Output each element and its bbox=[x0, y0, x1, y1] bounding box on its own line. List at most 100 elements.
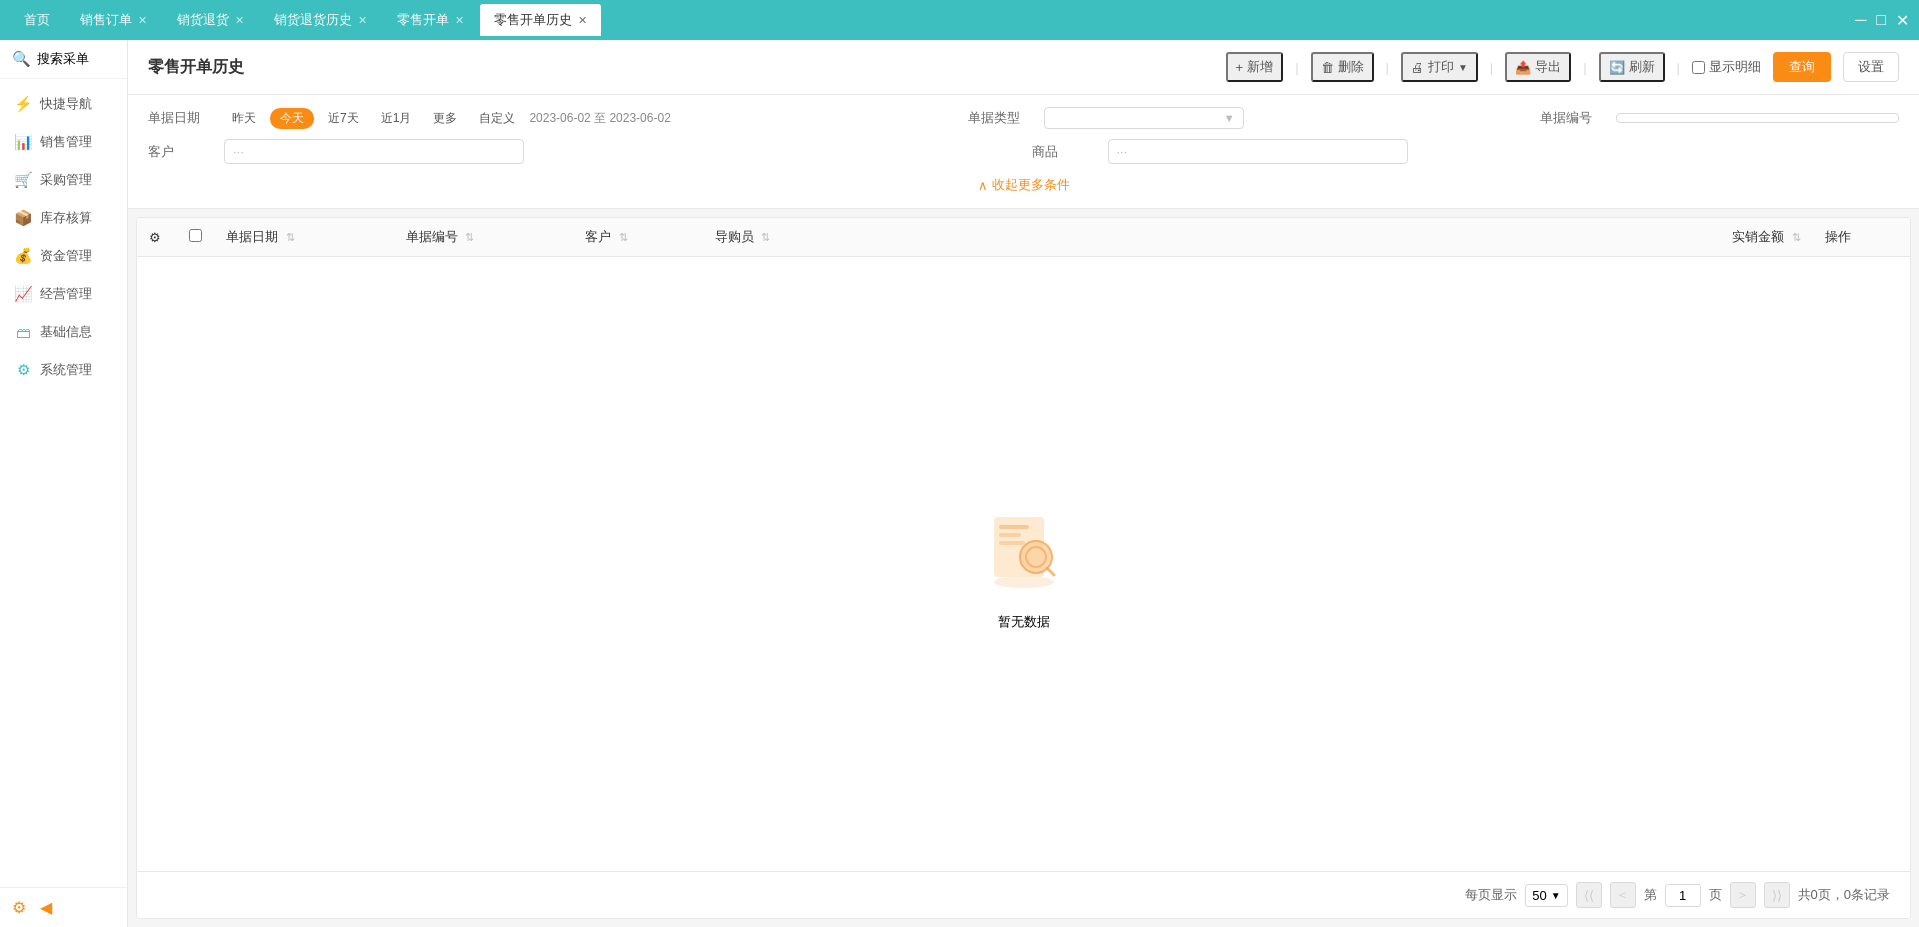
th-no[interactable]: 单据编号 ⇅ bbox=[394, 218, 574, 257]
delete-button[interactable]: 🗑 删除 bbox=[1311, 52, 1374, 82]
basic-info-icon: 🗃 bbox=[14, 324, 32, 341]
doc-no-input[interactable] bbox=[1616, 113, 1899, 123]
sidebar-item-inventory-label: 库存核算 bbox=[40, 209, 92, 227]
product-input[interactable]: ··· bbox=[1108, 139, 1408, 164]
salesperson-sort-icon: ⇅ bbox=[761, 231, 770, 243]
tab-retail-history[interactable]: 零售开单历史 ✕ bbox=[480, 4, 601, 36]
tab-sales-return-close[interactable]: ✕ bbox=[235, 14, 244, 27]
date-btn-1month[interactable]: 近1月 bbox=[373, 108, 420, 129]
sidebar-item-purchase-mgmt-label: 采购管理 bbox=[40, 171, 92, 189]
page-size-label: 每页显示 bbox=[1465, 886, 1517, 904]
query-button[interactable]: 查询 bbox=[1773, 52, 1831, 82]
sidebar-item-finance[interactable]: 💰 资金管理 bbox=[0, 237, 127, 275]
date-filter: 昨天 今天 近7天 近1月 更多 自定义 2023-06-02 至 2023-0… bbox=[224, 108, 671, 129]
page-prev-button[interactable]: ＜ bbox=[1610, 882, 1636, 908]
sidebar-item-sales-mgmt-label: 销售管理 bbox=[40, 133, 92, 151]
date-btn-more[interactable]: 更多 bbox=[425, 108, 465, 129]
tab-sales-return-history-label: 销货退货历史 bbox=[274, 11, 352, 29]
date-btn-yesterday[interactable]: 昨天 bbox=[224, 108, 264, 129]
date-range: 2023-06-02 至 2023-06-02 bbox=[529, 110, 670, 127]
operations-icon: 📈 bbox=[14, 285, 32, 303]
tab-sales-order[interactable]: 销售订单 ✕ bbox=[66, 4, 161, 36]
data-table: ⚙ 单据日期 ⇅ 单据编号 ⇅ bbox=[137, 218, 1910, 257]
add-icon: + bbox=[1236, 60, 1244, 75]
sidebar-item-finance-label: 资金管理 bbox=[40, 247, 92, 265]
add-button[interactable]: + 新增 bbox=[1226, 52, 1284, 82]
select-all-checkbox[interactable] bbox=[189, 229, 202, 242]
sidebar-item-quick-nav[interactable]: ⚡ 快捷导航 bbox=[0, 85, 127, 123]
sidebar-item-operations-label: 经营管理 bbox=[40, 285, 92, 303]
sidebar-item-operations[interactable]: 📈 经营管理 bbox=[0, 275, 127, 313]
refresh-button[interactable]: 🔄 刷新 bbox=[1599, 52, 1665, 82]
page-next-button[interactable]: ＞ bbox=[1730, 882, 1756, 908]
sidebar-collapse-icon[interactable]: ◀ bbox=[40, 898, 52, 917]
th-salesperson[interactable]: 导购员 ⇅ bbox=[703, 218, 857, 257]
sidebar-settings-icon[interactable]: ⚙ bbox=[12, 898, 26, 917]
total-info: 共0页，0条记录 bbox=[1798, 886, 1890, 904]
page-input[interactable] bbox=[1665, 884, 1701, 907]
display-detail-checkbox[interactable]: 显示明细 bbox=[1692, 58, 1761, 76]
th-customer[interactable]: 客户 ⇅ bbox=[573, 218, 702, 257]
export-icon: 📤 bbox=[1515, 60, 1531, 75]
page-first-button[interactable]: ⟨⟨ bbox=[1576, 882, 1602, 908]
th-amount[interactable]: 实销金额 ⇅ bbox=[1633, 218, 1813, 257]
separator-2: | bbox=[1386, 60, 1389, 75]
tab-sales-return-history-close[interactable]: ✕ bbox=[358, 14, 367, 27]
product-label: 商品 bbox=[1032, 143, 1092, 161]
customer-input[interactable]: ··· bbox=[224, 139, 524, 164]
sidebar-item-purchase-mgmt[interactable]: 🛒 采购管理 bbox=[0, 161, 127, 199]
tab-retail-open-close[interactable]: ✕ bbox=[455, 14, 464, 27]
filter-row-1: 单据日期 昨天 今天 近7天 近1月 更多 自定义 2023-06-02 至 2… bbox=[148, 107, 1899, 129]
no-sort-icon: ⇅ bbox=[465, 231, 474, 243]
table-header-row: ⚙ 单据日期 ⇅ 单据编号 ⇅ bbox=[137, 218, 1910, 257]
tab-retail-open[interactable]: 零售开单 ✕ bbox=[383, 4, 478, 36]
tab-sales-order-close[interactable]: ✕ bbox=[138, 14, 147, 27]
amount-sort-icon: ⇅ bbox=[1792, 231, 1801, 243]
doc-no-label: 单据编号 bbox=[1540, 109, 1600, 127]
table-area: ⚙ 单据日期 ⇅ 单据编号 ⇅ bbox=[136, 217, 1911, 919]
window-close[interactable]: ✕ bbox=[1896, 11, 1909, 30]
quick-nav-icon: ⚡ bbox=[14, 95, 32, 113]
doc-type-label: 单据类型 bbox=[968, 109, 1028, 127]
page-header: 零售开单历史 + 新增 | 🗑 删除 | 🖨 打印 ▼ | 📤 导出 bbox=[128, 40, 1919, 95]
page-size-select[interactable]: 50 ▼ bbox=[1525, 884, 1567, 907]
empty-text: 暂无数据 bbox=[998, 613, 1050, 631]
date-btn-custom[interactable]: 自定义 bbox=[471, 108, 523, 129]
export-button[interactable]: 📤 导出 bbox=[1505, 52, 1571, 82]
filter-area: 单据日期 昨天 今天 近7天 近1月 更多 自定义 2023-06-02 至 2… bbox=[128, 95, 1919, 209]
tab-retail-open-label: 零售开单 bbox=[397, 11, 449, 29]
page-last-button[interactable]: ⟩⟩ bbox=[1764, 882, 1790, 908]
collapse-up-icon: ∧ bbox=[978, 178, 988, 193]
page-title: 零售开单历史 bbox=[148, 57, 244, 78]
page-size-chevron-icon: ▼ bbox=[1551, 890, 1561, 901]
sidebar-item-system[interactable]: ⚙ 系统管理 bbox=[0, 351, 127, 389]
th-date[interactable]: 单据日期 ⇅ bbox=[214, 218, 394, 257]
date-btn-today[interactable]: 今天 bbox=[270, 108, 314, 129]
sidebar-search[interactable]: 🔍 搜索采单 bbox=[0, 40, 127, 79]
print-button[interactable]: 🖨 打印 ▼ bbox=[1401, 52, 1478, 82]
sidebar-item-inventory[interactable]: 📦 库存核算 bbox=[0, 199, 127, 237]
settings-button[interactable]: 设置 bbox=[1843, 52, 1899, 82]
date-btn-7days[interactable]: 近7天 bbox=[320, 108, 367, 129]
separator-3: | bbox=[1490, 60, 1493, 75]
tab-retail-history-close[interactable]: ✕ bbox=[578, 14, 587, 27]
customer-dots: ··· bbox=[233, 144, 244, 159]
th-action: 操作 bbox=[1813, 218, 1910, 257]
delete-icon: 🗑 bbox=[1321, 60, 1334, 75]
purchase-mgmt-icon: 🛒 bbox=[14, 171, 32, 189]
doc-type-select[interactable]: ▼ bbox=[1044, 107, 1244, 129]
sidebar-item-quick-nav-label: 快捷导航 bbox=[40, 95, 92, 113]
svg-rect-2 bbox=[999, 525, 1029, 529]
window-maximize[interactable]: □ bbox=[1876, 11, 1886, 29]
window-minimize[interactable]: ─ bbox=[1855, 11, 1866, 29]
display-detail-check[interactable] bbox=[1692, 61, 1705, 74]
sidebar-item-sales-mgmt[interactable]: 📊 销售管理 bbox=[0, 123, 127, 161]
table-settings-icon[interactable]: ⚙ bbox=[149, 230, 161, 245]
tab-sales-return[interactable]: 销货退货 ✕ bbox=[163, 4, 258, 36]
collapse-row[interactable]: ∧ 收起更多条件 bbox=[148, 174, 1899, 196]
tab-home[interactable]: 首页 bbox=[10, 4, 64, 36]
sidebar-search-label: 搜索采单 bbox=[37, 50, 89, 68]
tab-sales-return-history[interactable]: 销货退货历史 ✕ bbox=[260, 4, 381, 36]
svg-line-7 bbox=[1047, 568, 1054, 575]
sidebar-item-basic-info[interactable]: 🗃 基础信息 bbox=[0, 313, 127, 351]
